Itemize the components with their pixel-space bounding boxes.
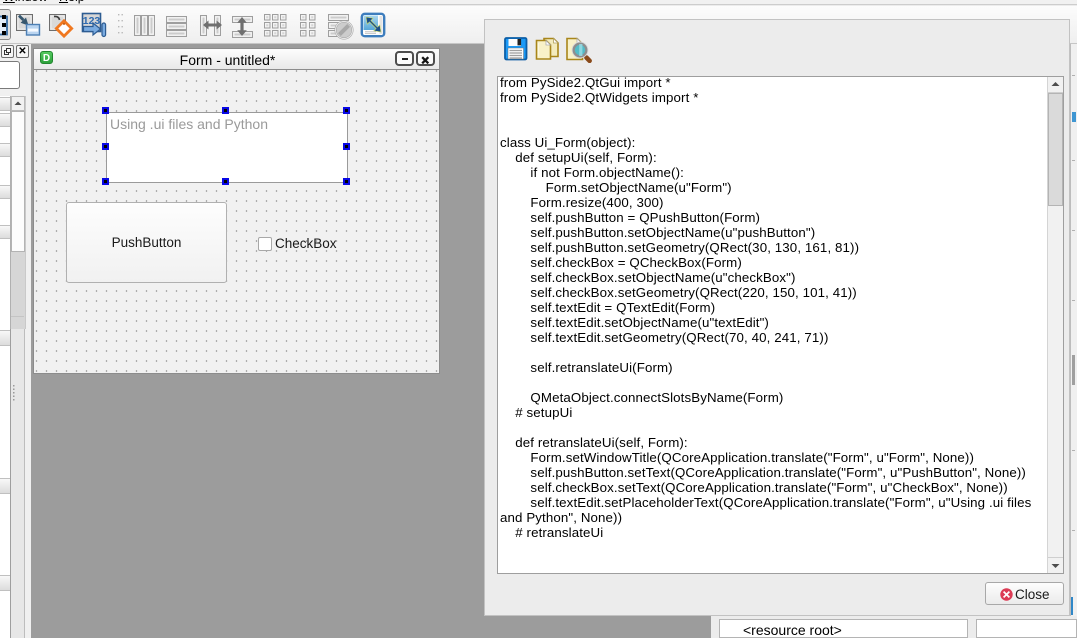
svg-text:123: 123 — [83, 15, 101, 27]
